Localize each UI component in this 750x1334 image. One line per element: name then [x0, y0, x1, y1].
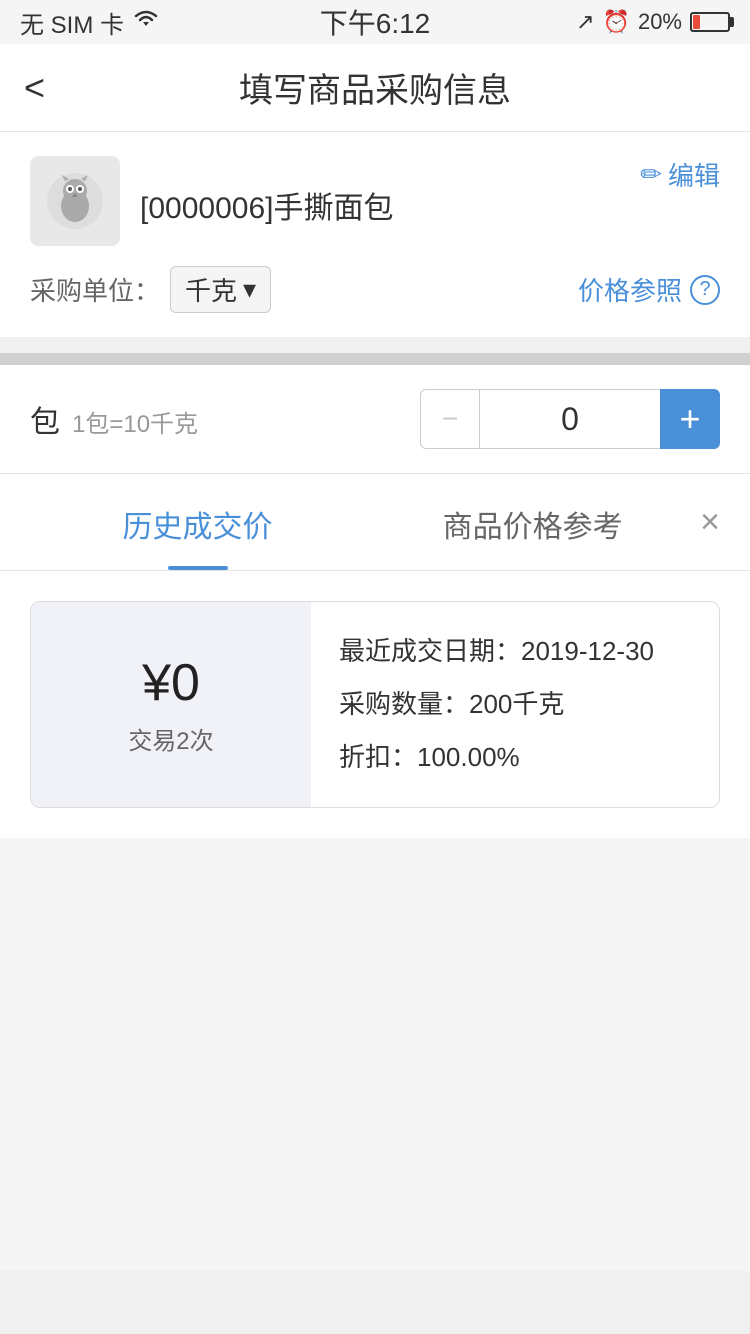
quantity-decrease-button[interactable]: − — [420, 389, 480, 449]
product-name: [0000006]手撕面包 — [140, 175, 393, 227]
status-left: 无 SIM 卡 — [20, 5, 160, 40]
tab-product-price[interactable]: 商品价格参考 — [365, 474, 700, 570]
quantity-input[interactable]: 0 — [480, 389, 660, 449]
price-ref-label: 价格参照 — [578, 271, 682, 308]
date-label: 最近成交日期： — [339, 636, 521, 666]
status-time: 下午6:12 — [320, 2, 431, 42]
quantity-row: 包 1包=10千克 − 0 + — [0, 365, 750, 473]
tab-product-label: 商品价格参考 — [443, 511, 623, 544]
minus-icon: − — [442, 403, 458, 435]
product-unit-row: 采购单位： 千克 ▾ 价格参照 ? — [30, 266, 720, 313]
quantity-conversion: 1包=10千克 — [72, 404, 198, 439]
quantity-controls: − 0 + — [420, 389, 720, 449]
main-content: ¥0 交易2次 最近成交日期：2019-12-30 采购数量：200千克 折扣：… — [0, 571, 750, 1271]
edit-button[interactable]: ✏ 编辑 — [640, 156, 720, 193]
edit-icon: ✏ — [640, 159, 662, 190]
quantity-increase-button[interactable]: + — [660, 389, 720, 449]
back-button[interactable]: < — [24, 67, 45, 109]
tabs-container: 历史成交价 商品价格参考 × — [0, 474, 750, 571]
nav-bar: < 填写商品采购信息 — [0, 44, 750, 132]
unit-value: 千克 — [185, 271, 237, 308]
product-thumbnail — [30, 156, 120, 246]
carrier-text: 无 SIM 卡 — [20, 5, 124, 40]
plus-icon: + — [679, 398, 700, 440]
tabs-row: 历史成交价 商品价格参考 × — [0, 474, 750, 570]
dropdown-arrow-icon: ▾ — [243, 274, 256, 305]
location-icon: ↗ — [576, 9, 594, 35]
edit-label: 编辑 — [668, 156, 720, 193]
product-header: [0000006]手撕面包 ✏ 编辑 — [30, 156, 720, 246]
transaction-details: 最近成交日期：2019-12-30 采购数量：200千克 折扣：100.00% — [311, 602, 719, 807]
qty-label: 采购数量： — [339, 689, 469, 719]
tab-history-price[interactable]: 历史成交价 — [30, 474, 365, 570]
section-separator — [0, 353, 750, 365]
transaction-card: ¥0 交易2次 最近成交日期：2019-12-30 采购数量：200千克 折扣：… — [30, 601, 720, 808]
date-value: 2019-12-30 — [521, 636, 654, 666]
tabs-close-button[interactable]: × — [700, 483, 720, 562]
status-bar: 无 SIM 卡 下午6:12 ↗ ⏰ 20% — [0, 0, 750, 44]
battery-pct: 20% — [638, 9, 682, 35]
page-title: 填写商品采购信息 — [239, 63, 511, 112]
transaction-discount-row: 折扣：100.00% — [339, 738, 691, 777]
discount-value: 100.00% — [417, 742, 520, 772]
unit-select[interactable]: 千克 ▾ — [170, 266, 271, 313]
product-left: [0000006]手撕面包 — [30, 156, 393, 246]
quantity-unit: 包 — [30, 397, 60, 441]
price-reference-button[interactable]: 价格参照 ? — [578, 271, 720, 308]
unit-label: 采购单位： — [30, 271, 160, 308]
product-card: [0000006]手撕面包 ✏ 编辑 采购单位： 千克 ▾ 价格参照 ? — [0, 132, 750, 337]
transaction-date-row: 最近成交日期：2019-12-30 — [339, 632, 691, 671]
help-icon: ? — [690, 275, 720, 305]
transaction-count: 交易2次 — [128, 721, 213, 756]
alarm-icon: ⏰ — [603, 9, 630, 35]
transaction-price: ¥0 — [142, 653, 200, 713]
qty-value: 200千克 — [469, 689, 564, 719]
status-right: ↗ ⏰ 20% — [576, 9, 730, 35]
battery-icon — [690, 12, 730, 32]
tab-history-label: 历史成交价 — [123, 511, 273, 544]
wifi-icon — [132, 8, 160, 37]
discount-label: 折扣： — [339, 742, 417, 772]
transaction-summary: ¥0 交易2次 — [31, 602, 311, 807]
transaction-qty-row: 采购数量：200千克 — [339, 685, 691, 724]
history-content: ¥0 交易2次 最近成交日期：2019-12-30 采购数量：200千克 折扣：… — [0, 571, 750, 838]
quantity-label-area: 包 1包=10千克 — [30, 397, 198, 441]
